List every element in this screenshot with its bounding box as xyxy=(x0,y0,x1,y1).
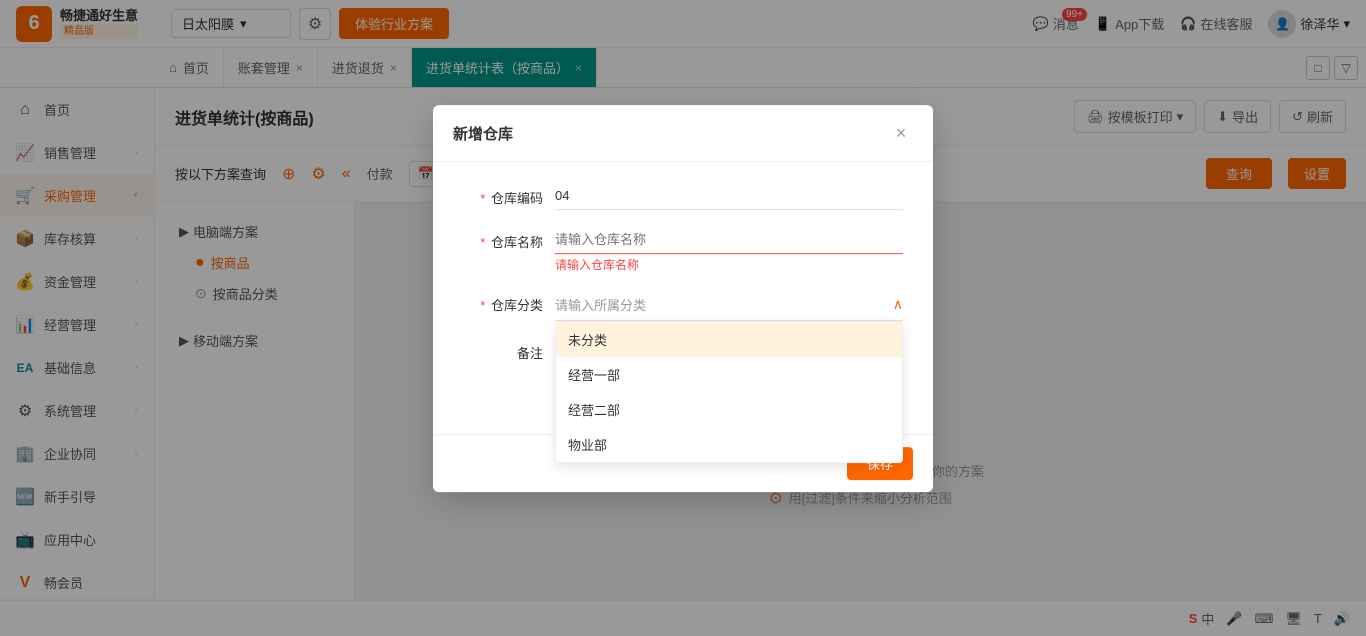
dropdown-item-dept2[interactable]: 经营二部 xyxy=(556,392,902,427)
dropdown-item-none[interactable]: 未分类 xyxy=(556,322,902,357)
name-error-msg: 请输入仓库名称 xyxy=(555,256,903,273)
add-warehouse-modal: 新增仓库 × 仓库编码 仓库名称 请输入仓库名称 xyxy=(433,105,933,492)
form-row-name: 仓库名称 请输入仓库名称 xyxy=(463,226,903,273)
modal-body: 仓库编码 仓库名称 请输入仓库名称 仓库分类 请输入所属分类 xyxy=(433,162,933,434)
form-row-code: 仓库编码 xyxy=(463,182,903,210)
category-label: 仓库分类 xyxy=(463,289,543,314)
code-label: 仓库编码 xyxy=(463,182,543,207)
note-label: 备注 xyxy=(463,337,543,362)
code-input[interactable] xyxy=(555,182,903,210)
modal-header: 新增仓库 × xyxy=(433,105,933,162)
dropdown-item-property[interactable]: 物业部 xyxy=(556,427,902,462)
name-input[interactable] xyxy=(555,226,903,254)
form-row-category: 仓库分类 请输入所属分类 ∧ 未分类 经营一部 经营二部 xyxy=(463,289,903,321)
category-input-wrap: 请输入所属分类 ∧ 未分类 经营一部 经营二部 物业部 xyxy=(555,289,903,321)
modal-title: 新增仓库 xyxy=(453,123,513,144)
chevron-up-icon: ∧ xyxy=(893,296,903,313)
code-input-wrap xyxy=(555,182,903,210)
close-icon: × xyxy=(896,123,907,144)
dropdown-item-dept1[interactable]: 经营一部 xyxy=(556,357,902,392)
category-select[interactable]: 请输入所属分类 ∧ xyxy=(555,289,903,321)
name-label: 仓库名称 xyxy=(463,226,543,251)
category-dropdown: 未分类 经营一部 经营二部 物业部 xyxy=(555,321,903,463)
modal-close-btn[interactable]: × xyxy=(889,121,913,145)
name-input-wrap: 请输入仓库名称 xyxy=(555,226,903,273)
category-placeholder: 请输入所属分类 xyxy=(555,295,646,314)
